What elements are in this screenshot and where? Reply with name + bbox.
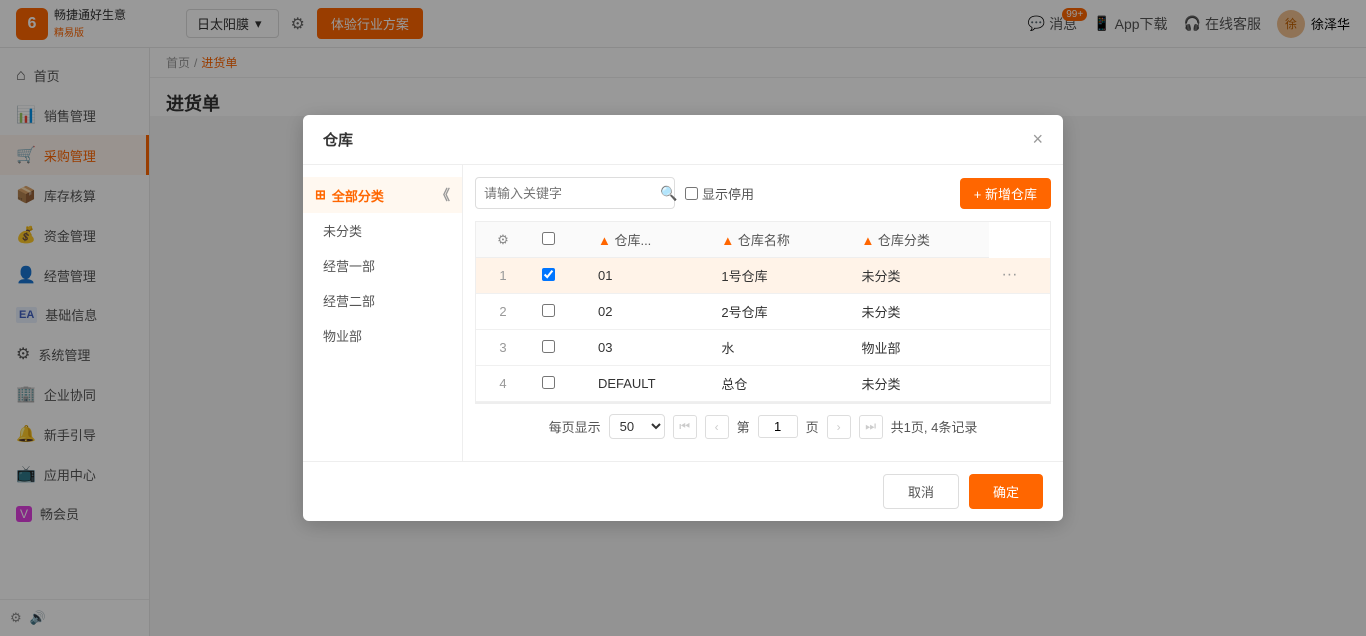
th-name[interactable]: ▲ 仓库名称 (709, 222, 849, 258)
table-row[interactable]: 3 03 水 物业部 (476, 330, 1050, 366)
sort-icon-name: ▲ (721, 233, 734, 248)
th-category[interactable]: ▲ 仓库分类 (849, 222, 989, 258)
th-checkbox[interactable] (530, 222, 586, 258)
table-header-row: ⚙ ▲ 仓库... ▲ 仓库名称 (476, 222, 1050, 258)
row-checkbox[interactable] (530, 330, 586, 366)
row-code: 01 (586, 258, 709, 294)
table-row[interactable]: 4 DEFAULT 总仓 未分类 (476, 366, 1050, 402)
warehouse-table-container: ⚙ ▲ 仓库... ▲ 仓库名称 (475, 221, 1051, 403)
category-panel: ⊞ 全部分类 《 未分类 经营一部 经营二部 物业部 (303, 165, 463, 461)
all-categories-label: 全部分类 (332, 186, 384, 205)
row-checkbox[interactable] (530, 366, 586, 402)
show-disabled-checkbox[interactable]: 显示停用 (685, 184, 754, 203)
row-num: 4 (476, 366, 530, 402)
warehouse-tbody: 1 01 1号仓库 未分类 ··· 2 02 2号仓库 未分类 3 03 水 物… (476, 258, 1050, 402)
dialog-footer: 取消 确定 (303, 461, 1063, 521)
first-page-button[interactable]: ⏮ (673, 415, 697, 439)
prev-page-button[interactable]: ‹ (705, 415, 729, 439)
row-category: 未分类 (849, 258, 989, 294)
row-num: 3 (476, 330, 530, 366)
category-item-ops1[interactable]: 经营一部 (303, 248, 462, 283)
row-num: 2 (476, 294, 530, 330)
row-code: 03 (586, 330, 709, 366)
table-row[interactable]: 1 01 1号仓库 未分类 ··· (476, 258, 1050, 294)
per-page-select[interactable]: 50 20 100 (609, 414, 665, 439)
page-input[interactable] (758, 415, 798, 438)
row-name: 总仓 (709, 366, 849, 402)
search-box[interactable]: 🔍 (475, 177, 675, 209)
search-icon: 🔍 (660, 185, 677, 202)
row-name: 1号仓库 (709, 258, 849, 294)
add-warehouse-button[interactable]: + 新增仓库 (960, 178, 1051, 209)
row-num: 1 (476, 258, 530, 294)
th-code[interactable]: ▲ 仓库... (586, 222, 709, 258)
more-actions-icon[interactable]: ··· (1001, 266, 1017, 283)
category-item-property[interactable]: 物业部 (303, 318, 462, 353)
dialog-header: 仓库 × (303, 115, 1063, 165)
row-name: 水 (709, 330, 849, 366)
row-category: 未分类 (849, 294, 989, 330)
row-category: 未分类 (849, 366, 989, 402)
page-label: 第 (737, 417, 750, 436)
grid-icon: ⊞ (315, 187, 326, 203)
pagination: 每页显示 50 20 100 ⏮ ‹ 第 页 › ⏭ 共1页, 4条记录 (475, 403, 1051, 449)
row-code: DEFAULT (586, 366, 709, 402)
page-suffix: 页 (806, 417, 819, 436)
table-panel: 🔍 显示停用 + 新增仓库 ⚙ (463, 165, 1063, 461)
row-name: 2号仓库 (709, 294, 849, 330)
row-code: 02 (586, 294, 709, 330)
table-row[interactable]: 2 02 2号仓库 未分类 (476, 294, 1050, 330)
all-categories[interactable]: ⊞ 全部分类 《 (303, 177, 462, 213)
category-item-unclassified[interactable]: 未分类 (303, 213, 462, 248)
total-info: 共1页, 4条记录 (891, 417, 978, 436)
next-page-button[interactable]: › (827, 415, 851, 439)
warehouse-table: ⚙ ▲ 仓库... ▲ 仓库名称 (476, 222, 1050, 402)
dialog-title: 仓库 (323, 129, 353, 150)
per-page-label: 每页显示 (549, 417, 601, 436)
row-checkbox[interactable] (530, 294, 586, 330)
sort-icon-cat: ▲ (861, 233, 874, 248)
warehouse-dialog: 仓库 × ⊞ 全部分类 《 未分类 经营一部 经营二部 物业部 (303, 115, 1063, 521)
cancel-button[interactable]: 取消 (883, 474, 959, 509)
search-input[interactable] (484, 186, 660, 201)
last-page-button[interactable]: ⏭ (859, 415, 883, 439)
category-item-ops2[interactable]: 经营二部 (303, 283, 462, 318)
row-category: 物业部 (849, 330, 989, 366)
row-actions[interactable]: ··· (989, 258, 1050, 294)
confirm-button[interactable]: 确定 (969, 474, 1043, 509)
row-checkbox[interactable] (530, 258, 586, 294)
toolbar: 🔍 显示停用 + 新增仓库 (475, 177, 1051, 209)
dialog-body: ⊞ 全部分类 《 未分类 经营一部 经营二部 物业部 🔍 (303, 165, 1063, 461)
th-settings[interactable]: ⚙ (476, 222, 530, 258)
collapse-icon[interactable]: 《 (436, 185, 450, 205)
close-button[interactable]: × (1032, 129, 1043, 150)
dialog-overlay: 仓库 × ⊞ 全部分类 《 未分类 经营一部 经营二部 物业部 (0, 0, 1366, 636)
sort-icon: ▲ (598, 233, 611, 248)
